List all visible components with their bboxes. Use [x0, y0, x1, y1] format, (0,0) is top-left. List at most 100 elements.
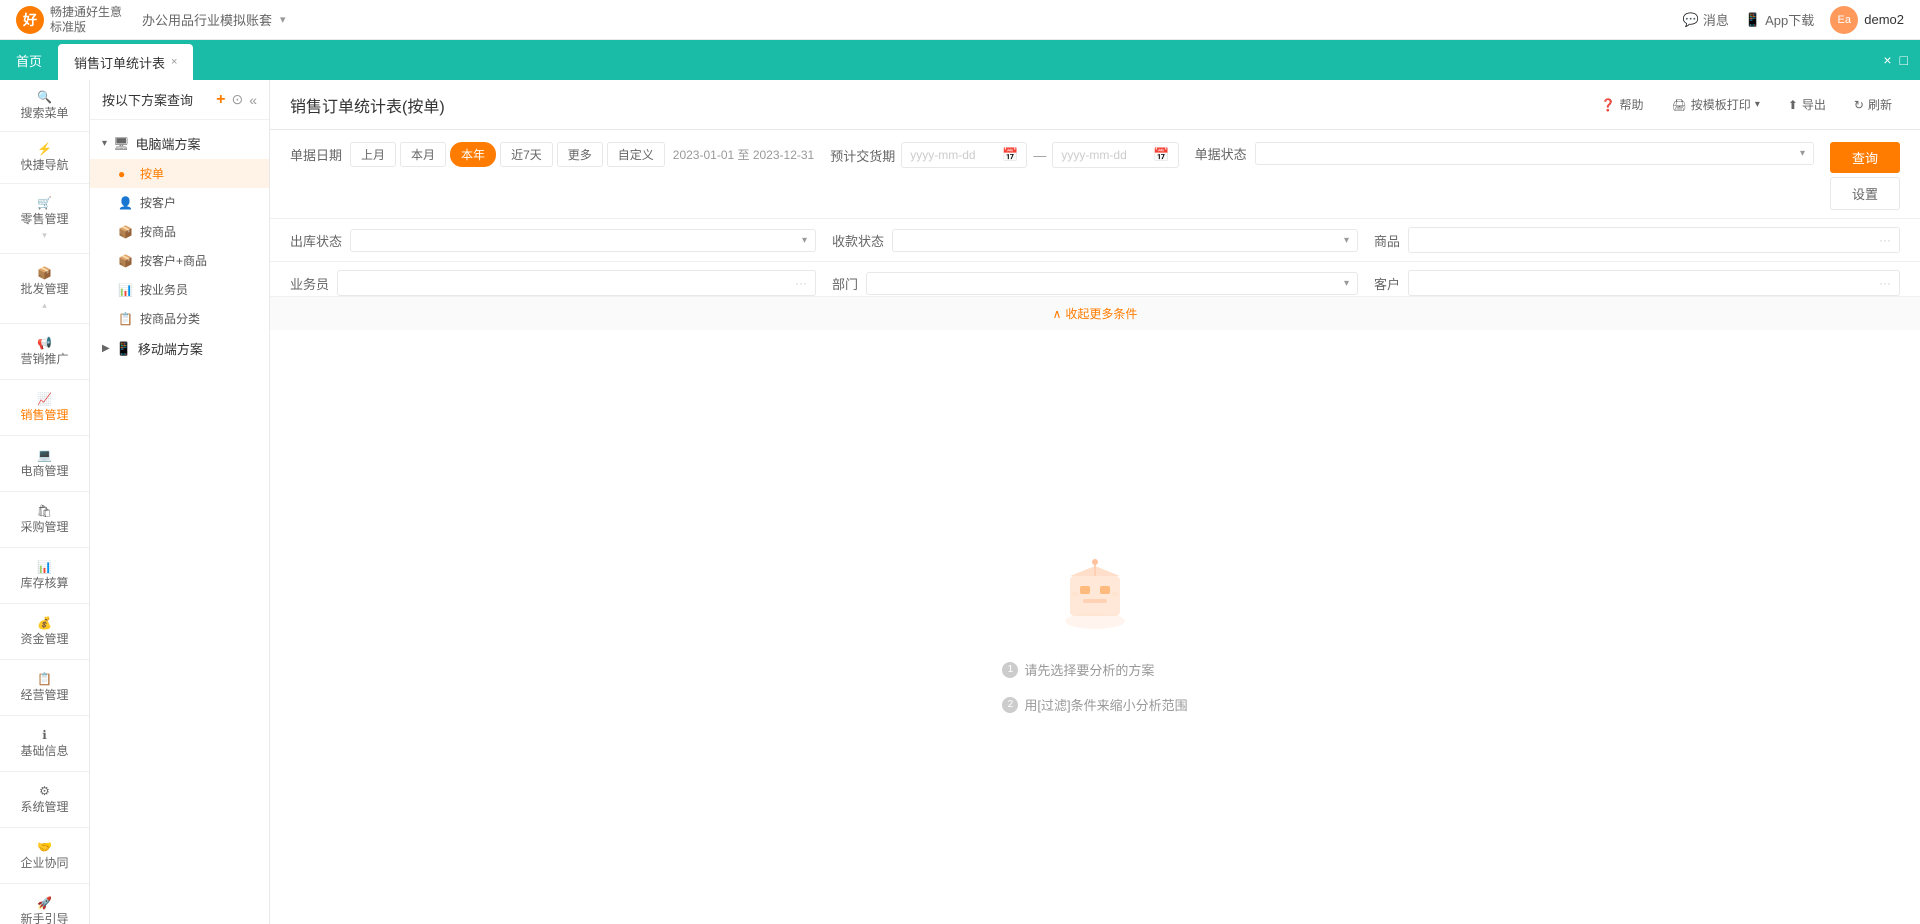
sidebar-search[interactable]: 🔍 搜索菜单: [0, 80, 89, 132]
collapse-arrow-icon: ∧: [1053, 307, 1062, 321]
tree-item-by-goods-category[interactable]: 📋 按商品分类: [90, 304, 269, 333]
operations-icon: 📋: [8, 672, 81, 686]
top-dropdown-icon[interactable]: ▾: [280, 13, 286, 26]
by-goods-category-icon: 📋: [118, 312, 132, 326]
salesperson-input[interactable]: ···: [337, 270, 816, 296]
export-button[interactable]: ⬆ 导出: [1780, 92, 1834, 117]
collapse-panel-button[interactable]: «: [249, 92, 257, 108]
out-status-select[interactable]: ▾: [350, 229, 816, 252]
tab-active[interactable]: 销售订单统计表 ×: [58, 44, 193, 80]
tab-home[interactable]: 首页: [0, 40, 58, 80]
payment-status-dropdown-icon: ▾: [1344, 235, 1349, 246]
tree-item-by-salesperson-label: 按业务员: [140, 281, 188, 298]
tree-group-mobile-header[interactable]: ▶ 📱 移动端方案: [90, 333, 269, 364]
empty-state: 1 请先选择要分析的方案 2 用[过滤]条件来缩小分析范围: [270, 330, 1920, 924]
filter-customer: 客户 ···: [1374, 270, 1900, 296]
sidebar-item-finance[interactable]: 💰 资金管理: [0, 604, 89, 660]
print-button[interactable]: 🖨 按模板打印 ▾: [1664, 92, 1768, 117]
dept-select[interactable]: ▾: [866, 272, 1358, 295]
goods-input[interactable]: ···: [1408, 227, 1900, 253]
message-label: 消息: [1703, 10, 1729, 29]
user-avatar: Ea: [1830, 6, 1858, 34]
filter-section: 单据日期 上月 本月 本年 近7天 更多 自定义 2023-01-01 至 20…: [270, 130, 1920, 330]
date-buttons: 上月 本月 本年 近7天 更多 自定义: [350, 142, 665, 167]
empty-tip-1: 1 请先选择要分析的方案: [1002, 660, 1154, 679]
refresh-button[interactable]: ↻ 刷新: [1846, 92, 1900, 117]
date-btn-this-month[interactable]: 本月: [400, 142, 446, 167]
date-btn-more[interactable]: 更多: [557, 142, 603, 167]
tree-item-by-order[interactable]: ● 按单: [90, 159, 269, 188]
search-button[interactable]: 查询: [1830, 142, 1900, 173]
date-btn-last-month[interactable]: 上月: [350, 142, 396, 167]
help-label: 帮助: [1620, 96, 1644, 113]
message-button[interactable]: 💬 消息: [1683, 10, 1729, 29]
user-area[interactable]: Ea demo2: [1830, 6, 1904, 34]
app-download-label: App下载: [1765, 10, 1814, 29]
add-scheme-button[interactable]: +: [216, 91, 225, 109]
tree-item-by-customer-label: 按客户: [140, 194, 176, 211]
left-panel-actions: + ⊙ «: [216, 91, 257, 109]
sidebar-item-operations[interactable]: 📋 经营管理: [0, 660, 89, 716]
payment-status-select[interactable]: ▾: [892, 229, 1358, 252]
empty-illustration: [1045, 536, 1145, 636]
retail-icon: 🛒: [8, 196, 81, 210]
sidebar-item-inventory[interactable]: 📊 库存核算: [0, 548, 89, 604]
page-actions: ❓ 帮助 🖨 按模板打印 ▾ ⬆ 导出 ↻ 刷新: [1593, 92, 1900, 117]
filter-date-group: 单据日期 上月 本月 本年 近7天 更多 自定义 2023-01-01 至 20…: [290, 142, 814, 167]
app-download-button[interactable]: 📱 App下载: [1745, 10, 1814, 29]
date-btn-7days[interactable]: 近7天: [500, 142, 553, 167]
tab-close-icon[interactable]: ×: [171, 56, 177, 68]
sidebar-item-newbie[interactable]: 🚀 新手引导: [0, 884, 89, 924]
tab-minimize-icon[interactable]: ×: [1883, 52, 1891, 68]
sidebar-item-purchase[interactable]: 🛍 采购管理: [0, 492, 89, 548]
print-dropdown-icon: ▾: [1755, 99, 1760, 110]
tip-text-2: 用[过滤]条件来缩小分析范围: [1024, 695, 1187, 714]
main-layout: 🔍 搜索菜单 ⚡ 快捷导航 🛒 零售管理 ▾ 📦 批发管理 ▴ 📢 营销推广 📈…: [0, 80, 1920, 924]
left-panel-header: 按以下方案查询 + ⊙ «: [90, 80, 269, 120]
sidebar: 🔍 搜索菜单 ⚡ 快捷导航 🛒 零售管理 ▾ 📦 批发管理 ▴ 📢 营销推广 📈…: [0, 80, 90, 924]
app-download-icon: 📱: [1745, 12, 1761, 28]
tab-maximize-icon[interactable]: □: [1900, 52, 1908, 68]
filter-payment-status: 收款状态 ▾: [832, 229, 1358, 252]
customer-input[interactable]: ···: [1408, 270, 1900, 296]
sidebar-item-wholesale[interactable]: 📦 批发管理 ▴: [0, 254, 89, 324]
settings-scheme-button[interactable]: ⊙: [231, 91, 243, 108]
expected-date-label: 预计交货期: [830, 146, 895, 165]
date-btn-custom[interactable]: 自定义: [607, 142, 665, 167]
expected-date-end[interactable]: yyyy-mm-dd 📅: [1052, 142, 1178, 168]
cal-icon-end: 📅: [1153, 147, 1169, 163]
sidebar-item-ecommerce[interactable]: 💻 电商管理: [0, 436, 89, 492]
marketing-icon: 📢: [8, 336, 81, 350]
sidebar-item-retail[interactable]: 🛒 零售管理 ▾: [0, 184, 89, 254]
newbie-icon: 🚀: [8, 896, 81, 910]
settings-button[interactable]: 设置: [1830, 177, 1900, 210]
sidebar-item-system[interactable]: ⚙ 系统管理: [0, 772, 89, 828]
sidebar-item-enterprise[interactable]: 🤝 企业协同: [0, 828, 89, 884]
sidebar-search-label: 搜索菜单: [8, 104, 81, 121]
collapse-more-button[interactable]: ∧ 收起更多条件: [270, 296, 1920, 330]
by-customer-goods-icon: 📦: [118, 254, 132, 268]
right-action-buttons: 查询 设置: [1830, 142, 1900, 210]
sidebar-item-basic[interactable]: ℹ 基础信息: [0, 716, 89, 772]
tree-item-by-customer[interactable]: 👤 按客户: [90, 188, 269, 217]
help-button[interactable]: ❓ 帮助: [1593, 92, 1652, 117]
sidebar-item-marketing[interactable]: 📢 营销推广: [0, 324, 89, 380]
tab-bar: 首页 销售订单统计表 × × □: [0, 40, 1920, 80]
page-header: 销售订单统计表(按单) ❓ 帮助 🖨 按模板打印 ▾ ⬆ 导出 ↻ 刷新: [270, 80, 1920, 130]
tip-text-1: 请先选择要分析的方案: [1024, 660, 1154, 679]
tree-item-by-salesperson[interactable]: 📊 按业务员: [90, 275, 269, 304]
date-label: 单据日期: [290, 145, 342, 164]
tree-item-by-goods[interactable]: 📦 按商品: [90, 217, 269, 246]
date-btn-this-year[interactable]: 本年: [450, 142, 496, 167]
search-icon: 🔍: [8, 90, 81, 104]
tree-item-by-goods-label: 按商品: [140, 223, 176, 240]
expected-date-start[interactable]: yyyy-mm-dd 📅: [901, 142, 1027, 168]
sidebar-quick-nav[interactable]: ⚡ 快捷导航: [0, 132, 89, 184]
status-select[interactable]: ▾: [1255, 142, 1814, 165]
tree-item-by-customer-goods[interactable]: 📦 按客户+商品: [90, 246, 269, 275]
salesperson-more-icon: ···: [795, 276, 807, 290]
sidebar-item-sales[interactable]: 📈 销售管理: [0, 380, 89, 436]
status-label: 单据状态: [1195, 144, 1247, 163]
tab-bar-right: × □: [1883, 52, 1920, 68]
tree-group-pc-header[interactable]: ▾ 🖥 电脑端方案: [90, 128, 269, 159]
